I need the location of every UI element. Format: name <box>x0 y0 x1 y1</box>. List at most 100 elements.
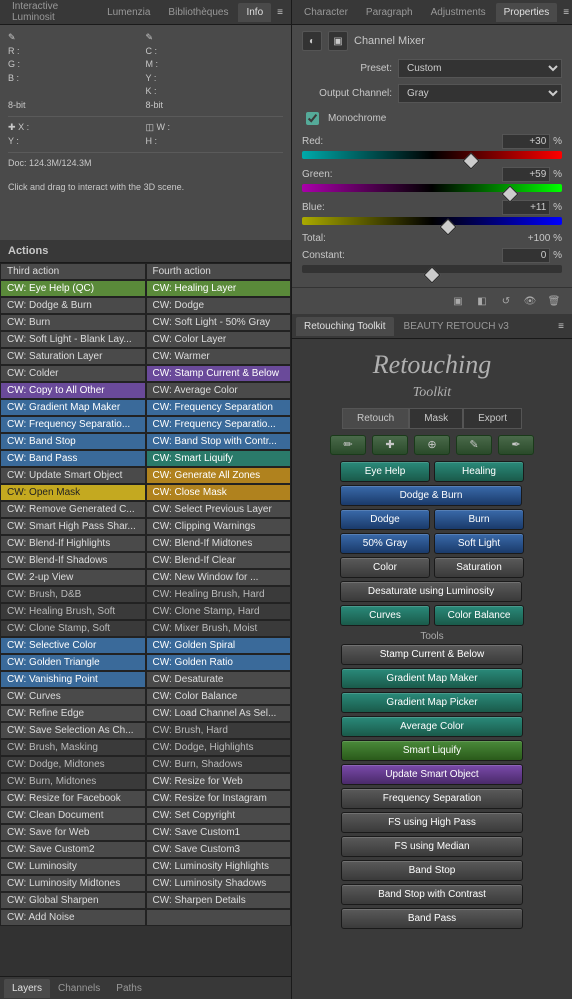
action-item[interactable]: CW: Saturation Layer <box>0 348 146 365</box>
rt-btn-dodge[interactable]: Dodge <box>340 509 430 530</box>
action-item[interactable]: CW: Global Sharpen <box>0 892 146 909</box>
action-item[interactable]: CW: Curves <box>0 688 146 705</box>
action-item[interactable] <box>146 909 292 926</box>
red-slider[interactable] <box>302 151 562 159</box>
action-item[interactable]: CW: Frequency Separatio... <box>0 416 146 433</box>
action-item[interactable]: CW: Save Custom2 <box>0 841 146 858</box>
action-item[interactable]: CW: Clone Stamp, Hard <box>146 603 292 620</box>
action-item[interactable]: CW: Open Mask <box>0 484 146 501</box>
rt-btn-soft-light[interactable]: Soft Light <box>434 533 524 554</box>
action-item[interactable]: CW: Healing Layer <box>146 280 292 297</box>
action-item[interactable]: CW: Warmer <box>146 348 292 365</box>
action-item[interactable]: CW: Frequency Separatio... <box>146 416 292 433</box>
tab-info[interactable]: Info <box>238 3 271 22</box>
tab-character[interactable]: Character <box>296 3 356 22</box>
action-item[interactable]: CW: Blend-If Shadows <box>0 552 146 569</box>
action-item[interactable]: CW: Generate All Zones <box>146 467 292 484</box>
action-item[interactable]: CW: Luminosity Midtones <box>0 875 146 892</box>
green-value[interactable] <box>502 167 550 182</box>
action-item[interactable]: CW: Luminosity Shadows <box>146 875 292 892</box>
action-item[interactable]: CW: Color Balance <box>146 688 292 705</box>
constant-value[interactable] <box>502 248 550 263</box>
action-item[interactable]: CW: Dodge & Burn <box>0 297 146 314</box>
tab-interactive-luminosit[interactable]: Interactive Luminosit <box>4 0 97 27</box>
action-item[interactable]: CW: Stamp Current & Below <box>146 365 292 382</box>
constant-slider[interactable] <box>302 265 562 273</box>
rt-tool-frequency-separation[interactable]: Frequency Separation <box>341 788 523 809</box>
preset-select[interactable]: Custom <box>398 59 562 78</box>
view-previous-icon[interactable]: ◧ <box>474 294 490 308</box>
action-item[interactable]: CW: Blend-If Clear <box>146 552 292 569</box>
action-item[interactable]: CW: Copy to All Other <box>0 382 146 399</box>
action-item[interactable]: CW: Add Noise <box>0 909 146 926</box>
panel-menu-icon[interactable]: ≡ <box>554 319 568 334</box>
pen-tool-icon[interactable]: ✒ <box>498 435 534 455</box>
panel-menu-icon[interactable]: ≡ <box>273 5 287 20</box>
action-item[interactable]: CW: Burn <box>0 314 146 331</box>
rt-tool-fs-using-high-pass[interactable]: FS using High Pass <box>341 812 523 833</box>
action-item[interactable]: Fourth action <box>146 263 292 280</box>
action-item[interactable]: CW: Save Selection As Ch... <box>0 722 146 739</box>
action-item[interactable]: CW: Update Smart Object <box>0 467 146 484</box>
action-item[interactable]: CW: Brush, Hard <box>146 722 292 739</box>
rt-tool-update-smart-object[interactable]: Update Smart Object <box>341 764 523 785</box>
action-item[interactable]: CW: Desaturate <box>146 671 292 688</box>
tab-properties[interactable]: Properties <box>496 3 558 22</box>
action-item[interactable]: CW: Remove Generated C... <box>0 501 146 518</box>
action-item[interactable]: CW: Frequency Separation <box>146 399 292 416</box>
action-item[interactable]: CW: Luminosity Highlights <box>146 858 292 875</box>
action-item[interactable]: CW: Resize for Instagram <box>146 790 292 807</box>
action-item[interactable]: CW: Color Layer <box>146 331 292 348</box>
action-item[interactable]: Third action <box>0 263 146 280</box>
action-item[interactable]: CW: Luminosity <box>0 858 146 875</box>
mixer-tool-icon[interactable]: ✎ <box>456 435 492 455</box>
rt-mode-export[interactable]: Export <box>463 408 522 429</box>
rt-mode-retouch[interactable]: Retouch <box>342 408 409 429</box>
action-item[interactable]: CW: Clipping Warnings <box>146 518 292 535</box>
tab-beauty-retouch-v3[interactable]: BEAUTY RETOUCH v3 <box>396 317 517 336</box>
action-item[interactable]: CW: Blend-If Highlights <box>0 535 146 552</box>
action-item[interactable]: CW: Band Pass <box>0 450 146 467</box>
rt-btn-color[interactable]: Color <box>340 557 430 578</box>
tab-channels[interactable]: Channels <box>50 979 108 998</box>
stamp-tool-icon[interactable]: ⊕ <box>414 435 450 455</box>
action-item[interactable]: CW: Clone Stamp, Soft <box>0 620 146 637</box>
tab-paths[interactable]: Paths <box>108 979 150 998</box>
action-item[interactable]: CW: Soft Light - 50% Gray <box>146 314 292 331</box>
rt-btn-healing[interactable]: Healing <box>434 461 524 482</box>
action-item[interactable]: CW: Save Custom3 <box>146 841 292 858</box>
action-item[interactable]: CW: Colder <box>0 365 146 382</box>
rt-btn-color-balance[interactable]: Color Balance <box>434 605 524 626</box>
rt-tool-smart-liquify[interactable]: Smart Liquify <box>341 740 523 761</box>
action-item[interactable]: CW: Burn, Shadows <box>146 756 292 773</box>
action-item[interactable]: CW: Band Stop with Contr... <box>146 433 292 450</box>
action-item[interactable]: CW: Golden Triangle <box>0 654 146 671</box>
action-item[interactable]: CW: Brush, Masking <box>0 739 146 756</box>
mask-icon[interactable]: ▣ <box>328 31 348 51</box>
tab-layers[interactable]: Layers <box>4 979 50 998</box>
rt-btn-burn[interactable]: Burn <box>434 509 524 530</box>
action-item[interactable]: CW: Load Channel As Sel... <box>146 705 292 722</box>
brush-tool-icon[interactable]: ✏ <box>330 435 366 455</box>
action-item[interactable]: CW: Golden Ratio <box>146 654 292 671</box>
rt-tool-gradient-map-maker[interactable]: Gradient Map Maker <box>341 668 523 689</box>
action-item[interactable]: CW: Vanishing Point <box>0 671 146 688</box>
rt-tool-band-stop[interactable]: Band Stop <box>341 860 523 881</box>
rt-tool-stamp-current-&-below[interactable]: Stamp Current & Below <box>341 644 523 665</box>
rt-tool-band-pass[interactable]: Band Pass <box>341 908 523 929</box>
green-slider[interactable] <box>302 184 562 192</box>
action-item[interactable]: CW: Blend-If Midtones <box>146 535 292 552</box>
action-item[interactable]: CW: Sharpen Details <box>146 892 292 909</box>
rt-btn-eye-help[interactable]: Eye Help <box>340 461 430 482</box>
rt-btn-50%-gray[interactable]: 50% Gray <box>340 533 430 554</box>
action-item[interactable]: CW: Burn, Midtones <box>0 773 146 790</box>
tab-retouching-toolkit[interactable]: Retouching Toolkit <box>296 317 394 336</box>
tab-bibliothèques[interactable]: Bibliothèques <box>160 3 236 22</box>
output-channel-select[interactable]: Gray <box>398 84 562 103</box>
action-item[interactable]: CW: Smart High Pass Shar... <box>0 518 146 535</box>
trash-icon[interactable]: 🗑 <box>546 294 562 308</box>
monochrome-checkbox[interactable] <box>306 112 319 125</box>
action-item[interactable]: CW: Smart Liquify <box>146 450 292 467</box>
tab-adjustments[interactable]: Adjustments <box>423 3 494 22</box>
action-item[interactable]: CW: Refine Edge <box>0 705 146 722</box>
